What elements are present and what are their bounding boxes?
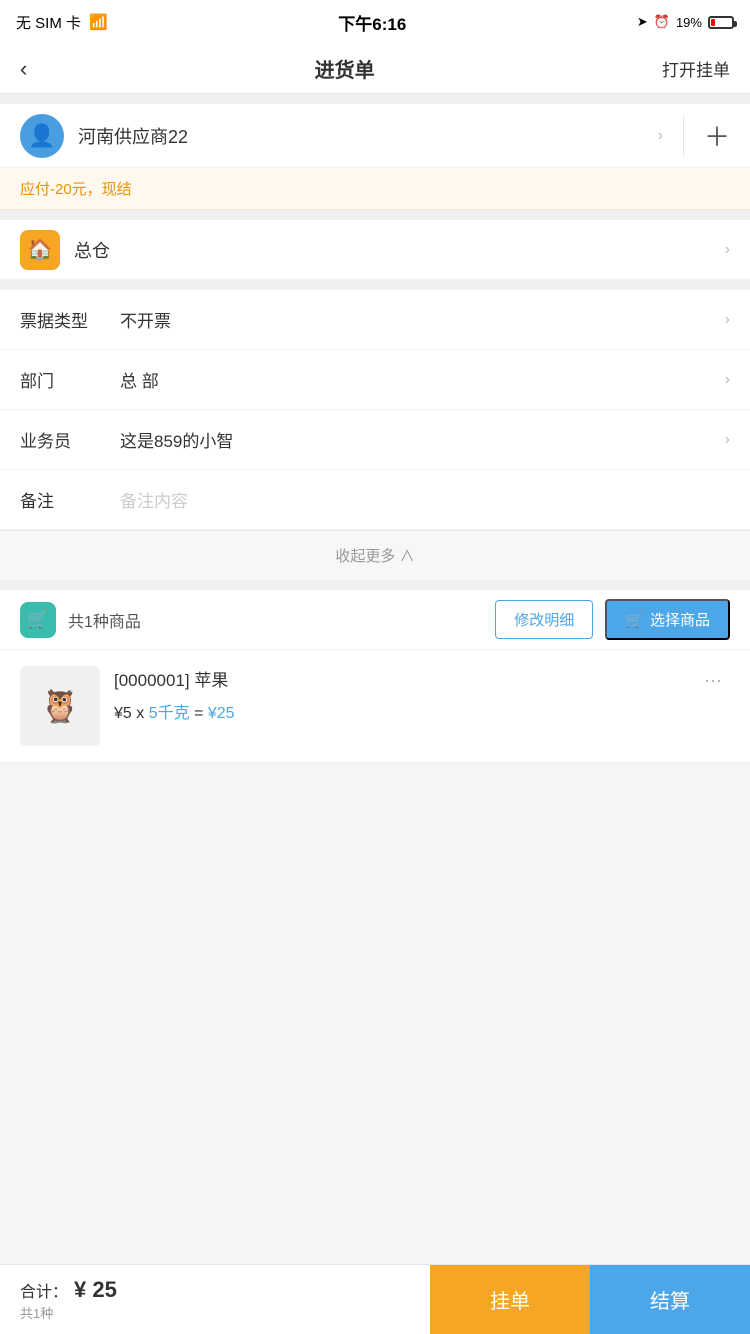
product-title: 苹果 (194, 671, 228, 690)
location-icon: ➤ (637, 14, 648, 30)
dept-value: 总 部 (110, 367, 725, 392)
back-button[interactable]: ‹ (20, 56, 27, 82)
total-count: 共1种 (20, 1303, 410, 1322)
dept-chevron-icon: › (725, 371, 730, 389)
select-product-label: 选择商品 (650, 609, 710, 630)
product-icon-wrap: 🛒 (20, 602, 56, 638)
invoice-value: 不开票 (110, 307, 725, 332)
house-icon: 🏠 (28, 237, 53, 262)
product-name: [0000001] 苹果 (114, 666, 696, 691)
open-hang-button[interactable]: 打开挂单 (662, 56, 730, 81)
product-price-row: ¥5 x 5千克 = ¥25 (114, 699, 696, 723)
select-cart-icon: 🛒 (625, 611, 644, 629)
sales-chevron-icon: › (725, 431, 730, 449)
bottom-bar: 合计： ¥ 25 共1种 挂单 结算 (0, 1264, 750, 1334)
warehouse-icon-wrap: 🏠 (20, 230, 60, 270)
more-options-button[interactable]: ··· (696, 666, 730, 695)
total-section: 合计： ¥ 25 共1种 (0, 1277, 430, 1322)
warehouse-row[interactable]: 🏠 总仓 › (0, 220, 750, 280)
product-section: 🛒 共1种商品 修改明细 🛒 选择商品 🦉 [0000001] 苹果 ¥5 x … (0, 590, 750, 763)
warehouse-chevron-icon: › (725, 241, 730, 259)
battery-icon (708, 16, 734, 29)
invoice-row[interactable]: 票据类型 不开票 › (0, 290, 750, 350)
warehouse-name: 总仓 (74, 237, 725, 263)
sales-value: 这是859的小智 (110, 427, 725, 452)
select-product-button[interactable]: 🛒 选择商品 (605, 599, 730, 640)
divider-2 (0, 280, 750, 290)
alarm-icon: ⏰ (654, 14, 670, 30)
equals-sign: = (194, 705, 208, 722)
status-bar: 无 SIM 卡 📶 下午6:16 ➤ ⏰ 19% (0, 0, 750, 44)
page-title: 进货单 (315, 54, 375, 83)
invoice-label: 票据类型 (20, 307, 110, 332)
product-thumbnail: 🦉 (20, 666, 100, 746)
divider-1 (0, 210, 750, 220)
dept-label: 部门 (20, 367, 110, 392)
hang-order-button[interactable]: 挂单 (430, 1265, 590, 1334)
dept-row[interactable]: 部门 总 部 › (0, 350, 750, 410)
avatar-icon: 👤 (28, 123, 55, 149)
product-count: 共1种商品 (68, 608, 495, 632)
product-header: 🛒 共1种商品 修改明细 🛒 选择商品 (0, 590, 750, 650)
quantity: 5千克 (149, 705, 190, 722)
product-total: ¥25 (208, 705, 235, 722)
divider-3 (0, 580, 750, 590)
status-right: ➤ ⏰ 19% (637, 14, 734, 30)
modify-detail-button[interactable]: 修改明细 (495, 600, 593, 639)
checkout-button[interactable]: 结算 (590, 1265, 750, 1334)
warehouse-section: 🏠 总仓 › (0, 220, 750, 280)
status-left: 无 SIM 卡 📶 (16, 12, 108, 33)
product-item: 🦉 [0000001] 苹果 ¥5 x 5千克 = ¥25 ··· (0, 650, 750, 763)
alert-banner: 应付-20元，现结 (0, 168, 750, 210)
battery-text: 19% (676, 15, 702, 30)
top-divider (0, 94, 750, 104)
carrier-text: 无 SIM 卡 (16, 12, 81, 33)
wifi-icon: 📶 (89, 13, 108, 31)
supplier-row[interactable]: 👤 河南供应商22 › ＋ (0, 104, 750, 168)
unit-price: ¥5 (114, 705, 132, 722)
product-owl-icon: 🦉 (40, 687, 80, 725)
nav-bar: ‹ 进货单 打开挂单 (0, 44, 750, 94)
total-label-row: 合计： ¥ 25 (20, 1277, 410, 1303)
vertical-divider (683, 116, 684, 156)
collapse-row[interactable]: 收起更多 ∧ (0, 530, 750, 580)
total-amount: ¥ 25 (74, 1277, 117, 1303)
invoice-chevron-icon: › (725, 311, 730, 329)
remark-label: 备注 (20, 487, 110, 512)
add-button[interactable]: ＋ (704, 117, 730, 154)
status-time: 下午6:16 (338, 10, 406, 35)
supplier-section: 👤 河南供应商22 › ＋ 应付-20元，现结 (0, 104, 750, 210)
product-cart-icon: 🛒 (27, 609, 49, 630)
multiply-sign: x (136, 705, 148, 722)
sales-label: 业务员 (20, 427, 110, 452)
chevron-right-icon: › (658, 127, 663, 145)
avatar: 👤 (20, 114, 64, 158)
alert-text: 应付-20元，现结 (20, 181, 132, 198)
collapse-label: 收起更多 ∧ (335, 545, 414, 566)
total-label: 合计： (20, 1278, 68, 1302)
product-id: [0000001] (114, 671, 190, 690)
remark-row[interactable]: 备注 备注内容 (0, 470, 750, 530)
bottom-spacer (0, 763, 750, 843)
supplier-name: 河南供应商22 (78, 123, 658, 149)
remark-placeholder: 备注内容 (110, 487, 730, 512)
sales-row[interactable]: 业务员 这是859的小智 › (0, 410, 750, 470)
form-section: 票据类型 不开票 › 部门 总 部 › 业务员 这是859的小智 › 备注 备注… (0, 290, 750, 580)
product-info: [0000001] 苹果 ¥5 x 5千克 = ¥25 (114, 666, 696, 723)
